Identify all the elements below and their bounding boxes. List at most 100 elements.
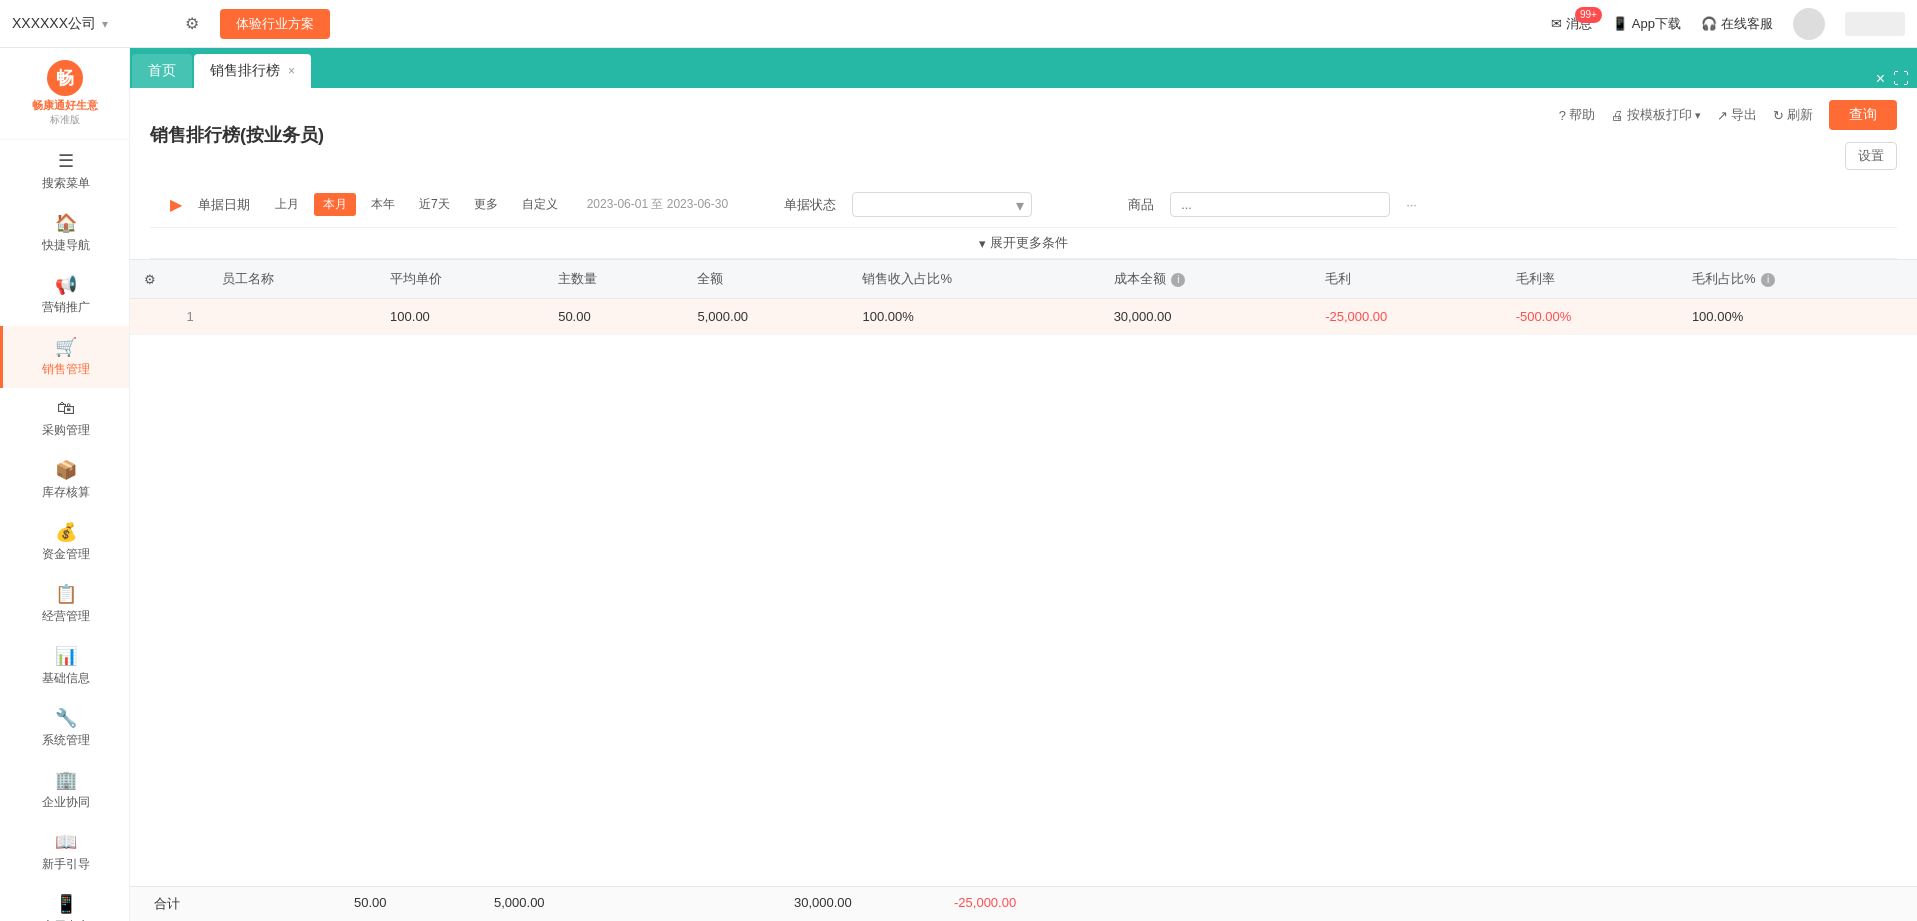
- status-select[interactable]: [852, 192, 1032, 217]
- expand-icon: ▾: [979, 236, 986, 251]
- col-amount: 全额: [685, 260, 850, 299]
- export-icon: ↗: [1717, 108, 1728, 123]
- trial-button[interactable]: 体验行业方案: [220, 9, 330, 39]
- window-max-icon: ⛶: [1893, 70, 1909, 88]
- filter-collapse-icon[interactable]: ▶: [170, 195, 182, 214]
- header-right: ✉ 消息 99+ 📱 App下载 🎧 在线客服: [1551, 8, 1905, 40]
- expand-button[interactable]: ▾ 展开更多条件: [979, 234, 1068, 252]
- tab-sales-ranking[interactable]: 销售排行榜 ×: [194, 54, 311, 88]
- sidebar-item-purchase[interactable]: 🛍 采购管理: [0, 388, 129, 449]
- table-footer: 合计 50.00 5,000.00 30,000.00 -25,000.00: [130, 886, 1917, 921]
- col-settings[interactable]: ⚙: [130, 260, 170, 299]
- date-pill-more[interactable]: 更多: [465, 193, 507, 216]
- sidebar-label-sales: 销售管理: [42, 361, 90, 378]
- page-actions: ? 帮助 🖨 按模板打印 ▾ ↗ 导出: [1559, 100, 1897, 170]
- main-layout: 畅 畅康通好生意 标准版 ☰ 搜索菜单 🏠 快捷导航 📢 营销推广 🛒 销售管理…: [0, 48, 1917, 921]
- sidebar-item-marketing[interactable]: 📢 营销推广: [0, 264, 129, 326]
- more-filter-icon[interactable]: ···: [1406, 197, 1417, 212]
- footer-label: 合计: [142, 895, 342, 913]
- help-button[interactable]: ? 帮助: [1559, 106, 1595, 124]
- system-icon: 🔧: [55, 707, 77, 729]
- sales-table: ⚙ 员工名称 平均单价 主数量 全额 销售收入占比% 成本全额 i: [130, 260, 1917, 335]
- table-wrap: ⚙ 员工名称 平均单价 主数量 全额 销售收入占比% 成本全额 i: [130, 260, 1917, 886]
- col-cost: 成本全额 i: [1102, 260, 1313, 299]
- sidebar-label-marketing: 营销推广: [42, 299, 90, 316]
- sidebar-item-apps[interactable]: 📱 应用中心: [0, 883, 129, 921]
- app-download-button[interactable]: 📱 App下载: [1612, 15, 1681, 33]
- sidebar-label-system: 系统管理: [42, 732, 90, 749]
- col-sales-pct: 销售收入占比%: [850, 260, 1101, 299]
- cell-gross-rate: -500.00%: [1504, 299, 1680, 335]
- cost-info-icon[interactable]: i: [1171, 273, 1185, 287]
- page-content: 销售排行榜(按业务员) ? 帮助 🖨 按模板打印: [130, 88, 1917, 921]
- tab-bar-right: × ⛶: [1876, 70, 1917, 88]
- date-pill-current-year[interactable]: 本年: [362, 193, 404, 216]
- sidebar-item-search[interactable]: ☰ 搜索菜单: [0, 140, 129, 202]
- marketing-icon: 📢: [55, 274, 77, 296]
- online-service-button[interactable]: 🎧 在线客服: [1701, 15, 1773, 33]
- message-button[interactable]: ✉ 消息 99+: [1551, 15, 1592, 33]
- company-name: XXXXXX公司: [12, 15, 96, 33]
- content-area: 首页 销售排行榜 × × ⛶ 销售排行榜(按业务员): [130, 48, 1917, 921]
- cell-name: [210, 299, 378, 335]
- sidebar-logo: 畅 畅康通好生意 标准版: [0, 48, 129, 140]
- help-icon: ?: [1559, 108, 1566, 123]
- headset-icon: 🎧: [1701, 16, 1717, 31]
- sidebar-item-sales[interactable]: 🛒 销售管理: [0, 326, 129, 388]
- print-button[interactable]: 🖨 按模板打印 ▾: [1611, 106, 1701, 124]
- sidebar-item-basics[interactable]: 📊 基础信息: [0, 635, 129, 697]
- company-selector[interactable]: XXXXXX公司 ▾: [12, 15, 172, 33]
- app-icon: 📱: [1612, 16, 1628, 31]
- goods-input[interactable]: [1170, 192, 1390, 217]
- sidebar-item-finance[interactable]: 💰 资金管理: [0, 511, 129, 573]
- table-row: 1 100.00 50.00 5,000.00 100.00% 30,000.0…: [130, 299, 1917, 335]
- date-pill-prev-month[interactable]: 上月: [266, 193, 308, 216]
- finance-icon: 💰: [55, 521, 77, 543]
- export-button[interactable]: ↗ 导出: [1717, 106, 1757, 124]
- sidebar-item-enterprise[interactable]: 🏢 企业协同: [0, 759, 129, 821]
- sidebar-item-inventory[interactable]: 📦 库存核算: [0, 449, 129, 511]
- settings-icon[interactable]: ⚙: [176, 8, 208, 40]
- gross-pct-info-icon[interactable]: i: [1761, 273, 1775, 287]
- column-settings-icon[interactable]: ⚙: [144, 272, 156, 287]
- refresh-icon: ↻: [1773, 108, 1784, 123]
- search-menu-icon: ☰: [58, 150, 74, 172]
- sidebar-label-basics: 基础信息: [42, 670, 90, 687]
- print-chevron: ▾: [1695, 109, 1701, 122]
- message-icon: ✉: [1551, 16, 1562, 31]
- footer-amount: 5,000.00: [482, 895, 602, 913]
- status-select-wrap: [852, 192, 1032, 217]
- tab-home[interactable]: 首页: [132, 54, 192, 88]
- cell-settings: [130, 299, 170, 335]
- avatar[interactable]: [1793, 8, 1825, 40]
- col-gross-rate: 毛利率: [1504, 260, 1680, 299]
- tab-close-icon[interactable]: ×: [288, 64, 295, 78]
- sidebar-item-quick-nav[interactable]: 🏠 快捷导航: [0, 202, 129, 264]
- sales-icon: 🛒: [55, 336, 77, 358]
- date-pill-current-month[interactable]: 本月: [314, 193, 356, 216]
- date-pill-7days[interactable]: 近7天: [410, 193, 459, 216]
- basics-icon: 📊: [55, 645, 77, 667]
- cell-quantity: 50.00: [546, 299, 685, 335]
- sidebar-item-operations[interactable]: 📋 经营管理: [0, 573, 129, 635]
- action-buttons-row: ? 帮助 🖨 按模板打印 ▾ ↗ 导出: [1559, 100, 1897, 130]
- home-icon: 🏠: [55, 212, 77, 234]
- set-button[interactable]: 设置: [1845, 142, 1897, 170]
- filter-row: ▶ 单据日期 上月 本月 本年 近7天 更多 自定义 2023-06-01 至 …: [150, 182, 1897, 228]
- col-name: 员工名称: [210, 260, 378, 299]
- cell-gross: -25,000.00: [1313, 299, 1504, 335]
- window-close-icon[interactable]: ×: [1876, 70, 1885, 88]
- date-pills: 上月 本月 本年 近7天 更多 自定义: [266, 193, 567, 216]
- cell-rank: 1: [170, 299, 210, 335]
- sidebar-label-enterprise: 企业协同: [42, 794, 90, 811]
- col-rank: [170, 260, 210, 299]
- query-button[interactable]: 查询: [1829, 100, 1897, 130]
- sidebar-label-guide: 新手引导: [42, 856, 90, 873]
- refresh-button[interactable]: ↻ 刷新: [1773, 106, 1813, 124]
- date-pill-custom[interactable]: 自定义: [513, 193, 567, 216]
- sidebar-label-inventory: 库存核算: [42, 484, 90, 501]
- page-title: 销售排行榜(按业务员): [150, 123, 324, 147]
- tab-bar: 首页 销售排行榜 × × ⛶: [130, 48, 1917, 88]
- sidebar-item-guide[interactable]: 📖 新手引导: [0, 821, 129, 883]
- sidebar-item-system[interactable]: 🔧 系统管理: [0, 697, 129, 759]
